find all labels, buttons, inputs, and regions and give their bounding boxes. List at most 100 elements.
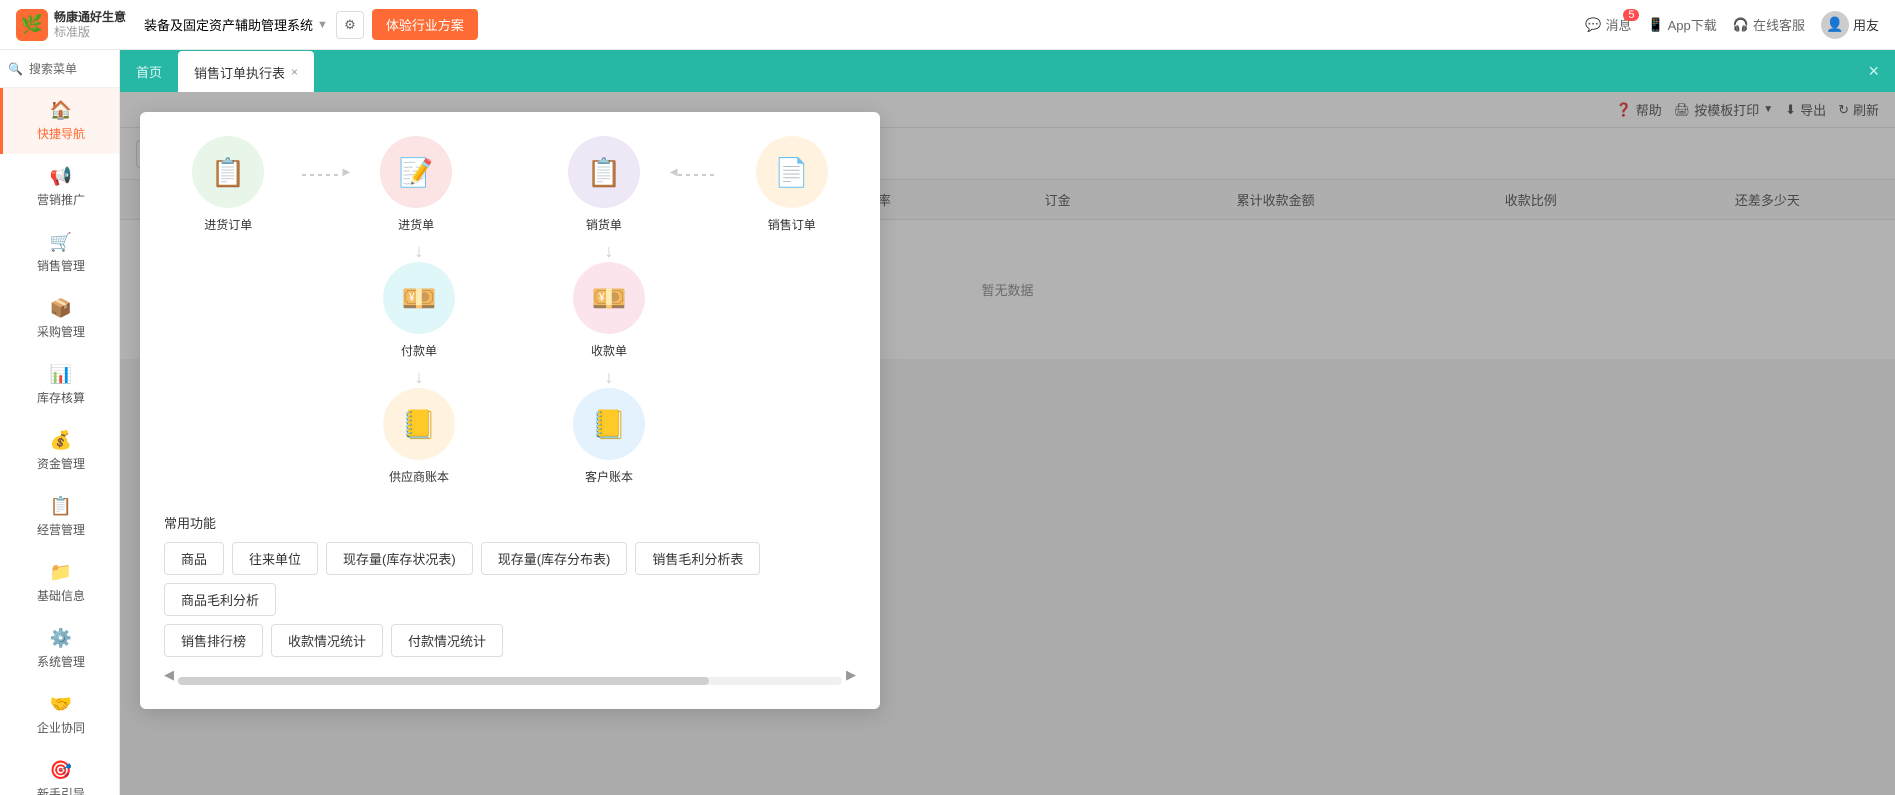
down-arrow-payment: ↓ — [415, 367, 424, 388]
func-buttons-row1: 商品 往来单位 现存量(库存状况表) 现存量(库存分布表) 销售毛利分析表 商品… — [164, 542, 856, 616]
topbar-right: 💬 消息 5 📱 App下载 🎧 在线客服 👤 用友 — [1585, 11, 1879, 39]
payment-icon: 💴 — [383, 262, 455, 334]
purchase-order-icon: 📋 — [192, 136, 264, 208]
scroll-right-icon[interactable]: ▶ — [846, 667, 856, 683]
flow-row-2: 💴 付款单 💴 收款单 — [164, 262, 856, 359]
func-btn-payment-stats[interactable]: 付款情况统计 — [391, 624, 503, 657]
flow-diagram: 📋 进货订单 — [164, 136, 856, 493]
base-icon: 📁 — [50, 562, 72, 583]
sales-bill-icon: 📋 — [568, 136, 640, 208]
arrow-purchase-order-to-bill — [293, 174, 352, 196]
marketing-icon: 📢 — [50, 166, 72, 187]
sidebar-item-finance[interactable]: 💰 资金管理 — [0, 418, 119, 484]
purchase-icon: 📦 — [50, 298, 72, 319]
home-icon: 🏠 — [50, 100, 72, 121]
tab-bar: 首页 销售订单执行表 × × — [120, 50, 1895, 92]
search-icon: 🔍 — [8, 62, 23, 76]
flow-item-purchase-bill[interactable]: 📝 进货单 — [352, 136, 481, 233]
flow-item-supplier-ledger[interactable]: 📒 供应商账本 — [354, 388, 484, 485]
logo-area: 🌿 畅康通好生意 标准版 — [16, 9, 136, 41]
user-menu[interactable]: 👤 用友 — [1821, 11, 1879, 39]
gear-button[interactable]: ⚙ — [336, 11, 364, 39]
message-icon: 💬 — [1585, 17, 1601, 33]
modal-overlay: 📋 进货订单 — [120, 92, 1895, 795]
func-btn-product[interactable]: 商品 — [164, 542, 224, 575]
trial-button[interactable]: 体验行业方案 — [372, 9, 478, 40]
search-menu[interactable]: 🔍 搜索菜单 — [0, 50, 119, 88]
finance-icon: 💰 — [50, 430, 72, 451]
flow-item-customer-ledger[interactable]: 📒 客户账本 — [544, 388, 674, 485]
sidebar-item-marketing[interactable]: 📢 营销推广 — [0, 154, 119, 220]
content-area: 首页 销售订单执行表 × × ❓ 帮助 — [120, 50, 1895, 795]
receipt-icon: 💴 — [573, 262, 645, 334]
sidebar-item-newbie[interactable]: 🎯 新手引导 — [0, 748, 119, 795]
scrollbar-thumb — [178, 677, 709, 685]
func-buttons-row2: 销售排行榜 收款情况统计 付款情况统计 — [164, 624, 856, 657]
sidebar-item-operations[interactable]: 📋 经营管理 — [0, 484, 119, 550]
common-title: 常用功能 — [164, 513, 856, 532]
sidebar-item-purchase[interactable]: 📦 采购管理 — [0, 286, 119, 352]
func-btn-stock-dist[interactable]: 现存量(库存分布表) — [481, 542, 628, 575]
flow-item-payment[interactable]: 💴 付款单 — [354, 262, 484, 359]
sidebar-item-system[interactable]: ⚙️ 系统管理 — [0, 616, 119, 682]
main-area: 🔍 搜索菜单 🏠 快捷导航 📢 营销推广 🛒 销售管理 📦 采购管理 📊 — [0, 50, 1895, 795]
down-arrow-sales: ↓ — [605, 241, 614, 262]
messages-button[interactable]: 💬 消息 5 — [1585, 15, 1631, 34]
page-content: ❓ 帮助 🖨 按模板打印 ▼ ⬇ 导出 ↻ 刷新 — [120, 92, 1895, 795]
customer-ledger-icon: 📒 — [573, 388, 645, 460]
online-service-button[interactable]: 🎧 在线客服 — [1733, 15, 1805, 34]
message-badge: 5 — [1623, 9, 1639, 21]
logo-text: 畅康通好生意 标准版 — [54, 10, 126, 39]
flow-row-arrows: ↓ ↓ — [164, 241, 856, 262]
avatar: 👤 — [1821, 11, 1849, 39]
arrow-sales-order-to-bill — [668, 174, 727, 196]
supplier-ledger-icon: 📒 — [383, 388, 455, 460]
chevron-down-icon: ▼ — [317, 19, 328, 31]
flow-row-arrows2: ↓ ↓ — [164, 367, 856, 388]
service-icon: 🎧 — [1733, 17, 1749, 33]
modal-box: 📋 进货订单 — [140, 112, 880, 709]
func-btn-party[interactable]: 往来单位 — [232, 542, 318, 575]
scrollbar-area: ◀ ▶ — [164, 665, 856, 685]
topbar-left: 🌿 畅康通好生意 标准版 装备及固定资产辅助管理系统 ▼ ⚙ 体验行业方案 — [16, 9, 478, 41]
flow-item-sales-bill[interactable]: 📋 销货单 — [540, 136, 669, 233]
func-btn-product-profit[interactable]: 商品毛利分析 — [164, 583, 276, 616]
func-btn-stock-status[interactable]: 现存量(库存状况表) — [326, 542, 473, 575]
tab-sales-order[interactable]: 销售订单执行表 × — [178, 51, 314, 93]
sidebar-item-inventory[interactable]: 📊 库存核算 — [0, 352, 119, 418]
sidebar-item-quick[interactable]: 🏠 快捷导航 — [0, 88, 119, 154]
sidebar-item-base[interactable]: 📁 基础信息 — [0, 550, 119, 616]
download-icon: 📱 — [1647, 17, 1663, 33]
operations-icon: 📋 — [50, 496, 72, 517]
app-download-button[interactable]: 📱 App下载 — [1647, 15, 1716, 34]
enterprise-icon: 🤝 — [50, 694, 72, 715]
sidebar-item-sales[interactable]: 🛒 销售管理 — [0, 220, 119, 286]
flow-item-sales-order[interactable]: 📄 销售订单 — [727, 136, 856, 233]
purchase-bill-icon: 📝 — [380, 136, 452, 208]
inventory-icon: 📊 — [50, 364, 72, 385]
tab-close-icon[interactable]: × — [291, 65, 298, 79]
window-close-button[interactable]: × — [1864, 57, 1883, 85]
func-btn-sales-profit[interactable]: 销售毛利分析表 — [635, 542, 760, 575]
flow-item-purchase-order[interactable]: 📋 进货订单 — [164, 136, 293, 233]
flow-item-receipt[interactable]: 💴 收款单 — [544, 262, 674, 359]
common-functions: 常用功能 商品 往来单位 现存量(库存状况表) 现存量(库存分布表) 销售毛利分… — [164, 513, 856, 657]
tab-bar-right: × — [1864, 61, 1895, 82]
scroll-left-icon[interactable]: ◀ — [164, 667, 174, 683]
tab-home[interactable]: 首页 — [120, 50, 178, 92]
sidebar: 🔍 搜索菜单 🏠 快捷导航 📢 营销推广 🛒 销售管理 📦 采购管理 📊 — [0, 50, 120, 795]
flow-row-1: 📋 进货订单 — [164, 136, 856, 233]
down-arrow-receipt: ↓ — [605, 367, 614, 388]
system-icon: ⚙️ — [50, 628, 72, 649]
logo-icon: 🌿 — [16, 9, 48, 41]
horizontal-scrollbar[interactable] — [178, 677, 842, 685]
flow-row-3: 📒 供应商账本 📒 客户账本 — [164, 388, 856, 485]
sidebar-item-enterprise[interactable]: 🤝 企业协同 — [0, 682, 119, 748]
func-btn-receipt-stats[interactable]: 收款情况统计 — [271, 624, 383, 657]
sales-order-icon: 📄 — [756, 136, 828, 208]
system-title[interactable]: 装备及固定资产辅助管理系统 ▼ — [144, 15, 328, 34]
newbie-icon: 🎯 — [50, 760, 72, 781]
sales-icon: 🛒 — [50, 232, 72, 253]
down-arrow-purchase: ↓ — [415, 241, 424, 262]
func-btn-sales-rank[interactable]: 销售排行榜 — [164, 624, 263, 657]
